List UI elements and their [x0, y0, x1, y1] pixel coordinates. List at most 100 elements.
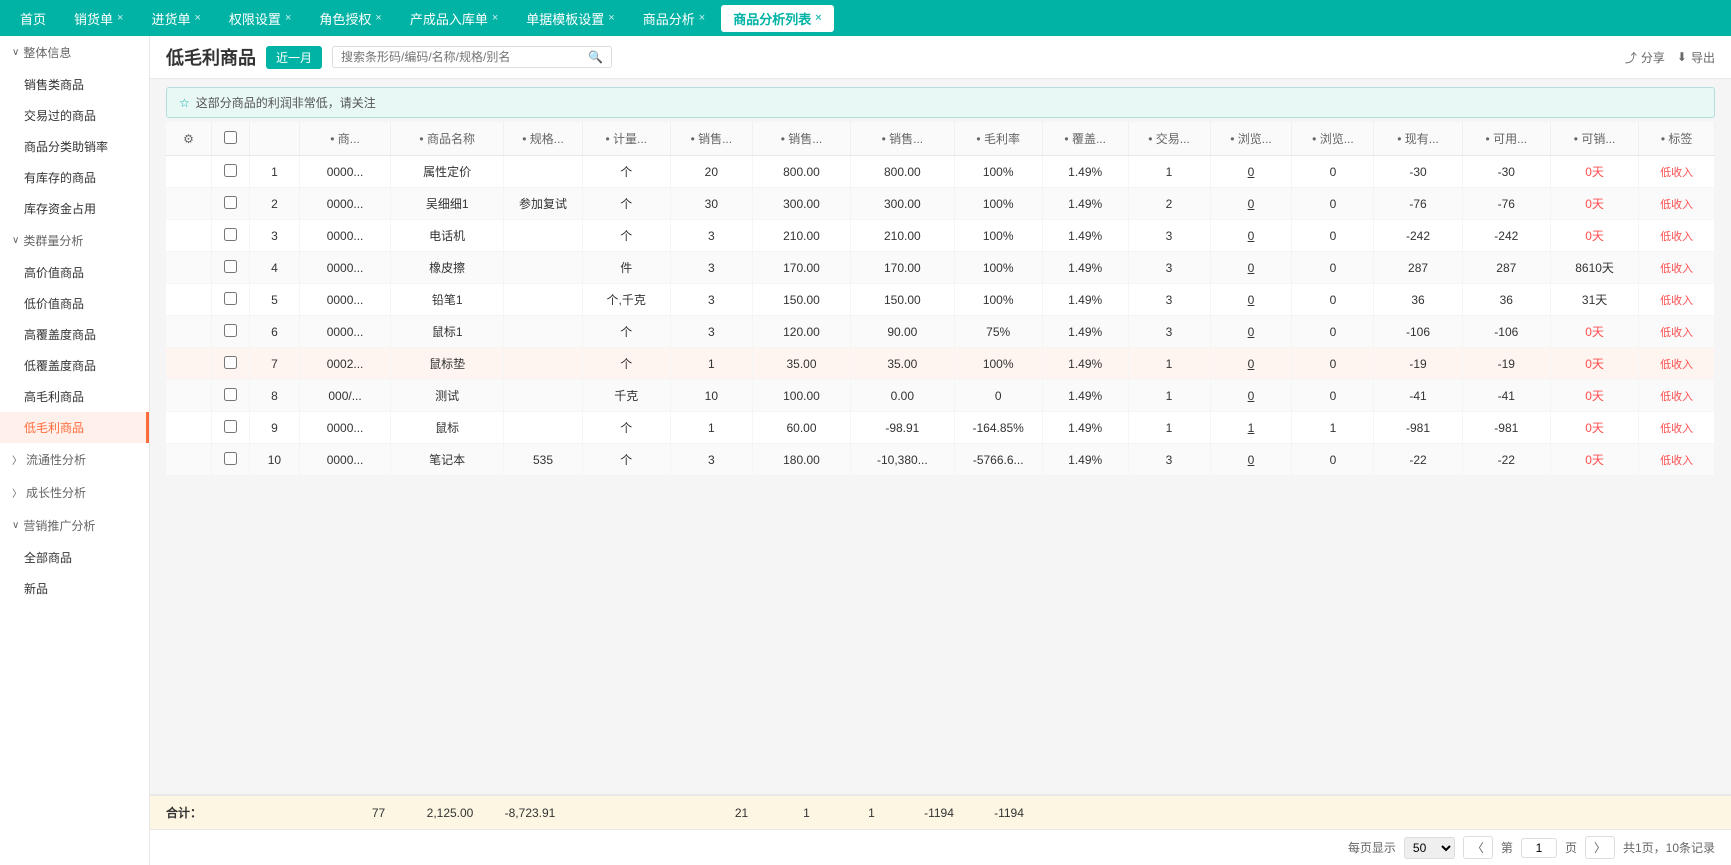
table-row[interactable]: 2 0000... 吴细细1 参加复试 个 30 300.00 300.00 1…: [166, 188, 1715, 220]
sidebar-item-all-products[interactable]: 全部商品: [0, 542, 149, 573]
sidebar-item-low-coverage[interactable]: 低覆盖度商品: [0, 350, 149, 381]
per-page-select[interactable]: 50 20 100: [1404, 837, 1455, 859]
cell-settings[interactable]: [166, 188, 211, 220]
row-checkbox[interactable]: [224, 356, 237, 369]
cell-settings[interactable]: [166, 444, 211, 476]
share-button[interactable]: ⤴ 分享: [1625, 49, 1665, 66]
nav-product-analysis-list[interactable]: 商品分析列表 ×: [721, 5, 833, 32]
close-icon[interactable]: ×: [194, 12, 200, 24]
filter-button[interactable]: 近一月: [266, 46, 322, 69]
table-row[interactable]: 9 0000... 鼠标 个 1 60.00 -98.91 -164.85% 1…: [166, 412, 1715, 444]
cell-checkbox[interactable]: [211, 444, 249, 476]
row-checkbox[interactable]: [224, 324, 237, 337]
sidebar-item-sales-products[interactable]: 销售类商品: [0, 69, 149, 100]
table-row[interactable]: 1 0000... 属性定价 个 20 800.00 800.00 100% 1…: [166, 156, 1715, 188]
sidebar-item-traded-products[interactable]: 交易过的商品: [0, 100, 149, 131]
sidebar-item-low-value[interactable]: 低价值商品: [0, 288, 149, 319]
close-icon[interactable]: ×: [699, 12, 705, 24]
row-checkbox[interactable]: [224, 420, 237, 433]
close-icon[interactable]: ×: [608, 12, 614, 24]
cell-checkbox[interactable]: [211, 380, 249, 412]
col-trades[interactable]: • 交易...: [1128, 122, 1210, 156]
sidebar-group-marketing[interactable]: ∨ 营销推广分析: [0, 509, 149, 542]
sidebar-item-high-margin[interactable]: 高毛利商品: [0, 381, 149, 412]
page-input[interactable]: [1521, 838, 1557, 858]
table-row[interactable]: 10 0000... 笔记本 535 个 3 180.00 -10,380...…: [166, 444, 1715, 476]
col-unit[interactable]: • 计量...: [582, 122, 670, 156]
row-checkbox[interactable]: [224, 228, 237, 241]
cell-checkbox[interactable]: [211, 156, 249, 188]
table-row[interactable]: 4 0000... 橡皮擦 件 3 170.00 170.00 100% 1.4…: [166, 252, 1715, 284]
search-icon[interactable]: 🔍: [588, 50, 603, 64]
nav-roles[interactable]: 角色授权 ×: [307, 5, 393, 32]
close-icon[interactable]: ×: [492, 12, 498, 24]
prev-page-button[interactable]: 〈: [1463, 836, 1493, 859]
nav-products[interactable]: 产成品入库单 ×: [398, 5, 510, 32]
close-icon[interactable]: ×: [285, 12, 291, 24]
cell-settings[interactable]: [166, 380, 211, 412]
col-code[interactable]: • 商...: [300, 122, 391, 156]
col-browse1[interactable]: • 浏览...: [1210, 122, 1292, 156]
nav-permissions[interactable]: 权限设置 ×: [217, 5, 303, 32]
cell-checkbox[interactable]: [211, 316, 249, 348]
col-spec[interactable]: • 规格...: [504, 122, 582, 156]
col-gross-rate[interactable]: • 毛利率: [954, 122, 1042, 156]
row-checkbox[interactable]: [224, 388, 237, 401]
sidebar-group-cluster[interactable]: ∨ 类群量分析: [0, 224, 149, 257]
sidebar-item-category-sales[interactable]: 商品分类助销率: [0, 131, 149, 162]
col-sellable[interactable]: • 可销...: [1550, 122, 1638, 156]
cell-checkbox[interactable]: [211, 284, 249, 316]
sidebar-item-high-value[interactable]: 高价值商品: [0, 257, 149, 288]
cell-settings[interactable]: [166, 412, 211, 444]
row-checkbox[interactable]: [224, 196, 237, 209]
cell-checkbox[interactable]: [211, 252, 249, 284]
cell-settings[interactable]: [166, 316, 211, 348]
sidebar-item-capital[interactable]: 库存资金占用: [0, 193, 149, 224]
table-row[interactable]: 7 0002... 鼠标垫 个 1 35.00 35.00 100% 1.49%…: [166, 348, 1715, 380]
row-checkbox[interactable]: [224, 292, 237, 305]
sidebar-item-new-products[interactable]: 新品: [0, 573, 149, 604]
col-coverage[interactable]: • 覆盖...: [1042, 122, 1128, 156]
nav-home[interactable]: 首页: [8, 5, 58, 32]
nav-product-analysis[interactable]: 商品分析 ×: [631, 5, 717, 32]
table-row[interactable]: 5 0000... 铅笔1 个,千克 3 150.00 150.00 100% …: [166, 284, 1715, 316]
sidebar-item-high-coverage[interactable]: 高覆盖度商品: [0, 319, 149, 350]
nav-purchase[interactable]: 进货单 ×: [139, 5, 212, 32]
col-checkbox-all[interactable]: [211, 122, 249, 156]
sidebar-item-inventory[interactable]: 有库存的商品: [0, 162, 149, 193]
col-sales-qty[interactable]: • 销售...: [670, 122, 752, 156]
table-row[interactable]: 6 0000... 鼠标1 个 3 120.00 90.00 75% 1.49%…: [166, 316, 1715, 348]
table-row[interactable]: 8 000/... 测试 千克 10 100.00 0.00 0 1.49% 1…: [166, 380, 1715, 412]
nav-templates[interactable]: 单据模板设置 ×: [514, 5, 626, 32]
sidebar-item-low-margin[interactable]: 低毛利商品: [0, 412, 149, 443]
close-icon[interactable]: ×: [117, 12, 123, 24]
cell-checkbox[interactable]: [211, 220, 249, 252]
row-checkbox[interactable]: [224, 452, 237, 465]
close-icon[interactable]: ×: [375, 12, 381, 24]
col-sales-profit[interactable]: • 销售...: [851, 122, 954, 156]
sidebar-group-growth[interactable]: 〉 成长性分析: [0, 476, 149, 509]
select-all-checkbox[interactable]: [224, 131, 237, 144]
cell-settings[interactable]: [166, 252, 211, 284]
cell-checkbox[interactable]: [211, 348, 249, 380]
cell-settings[interactable]: [166, 220, 211, 252]
close-icon[interactable]: ×: [815, 12, 821, 24]
cell-settings[interactable]: [166, 284, 211, 316]
col-tag[interactable]: • 标签: [1639, 122, 1715, 156]
col-current[interactable]: • 现有...: [1374, 122, 1462, 156]
cell-checkbox[interactable]: [211, 412, 249, 444]
cell-settings[interactable]: [166, 348, 211, 380]
col-browse2[interactable]: • 浏览...: [1292, 122, 1374, 156]
table-row[interactable]: 3 0000... 电话机 个 3 210.00 210.00 100% 1.4…: [166, 220, 1715, 252]
cell-settings[interactable]: [166, 156, 211, 188]
nav-sales[interactable]: 销货单 ×: [62, 5, 135, 32]
row-checkbox[interactable]: [224, 164, 237, 177]
col-sales-price[interactable]: • 销售...: [752, 122, 850, 156]
sidebar-group-overall[interactable]: ∨ 整体信息: [0, 36, 149, 69]
export-button[interactable]: ⬇ 导出: [1677, 49, 1715, 66]
search-input[interactable]: [341, 50, 584, 64]
col-name[interactable]: • 商品名称: [390, 122, 503, 156]
col-available[interactable]: • 可用...: [1462, 122, 1550, 156]
sidebar-group-liquidity[interactable]: 〉 流通性分析: [0, 443, 149, 476]
col-settings[interactable]: ⚙: [166, 122, 211, 156]
